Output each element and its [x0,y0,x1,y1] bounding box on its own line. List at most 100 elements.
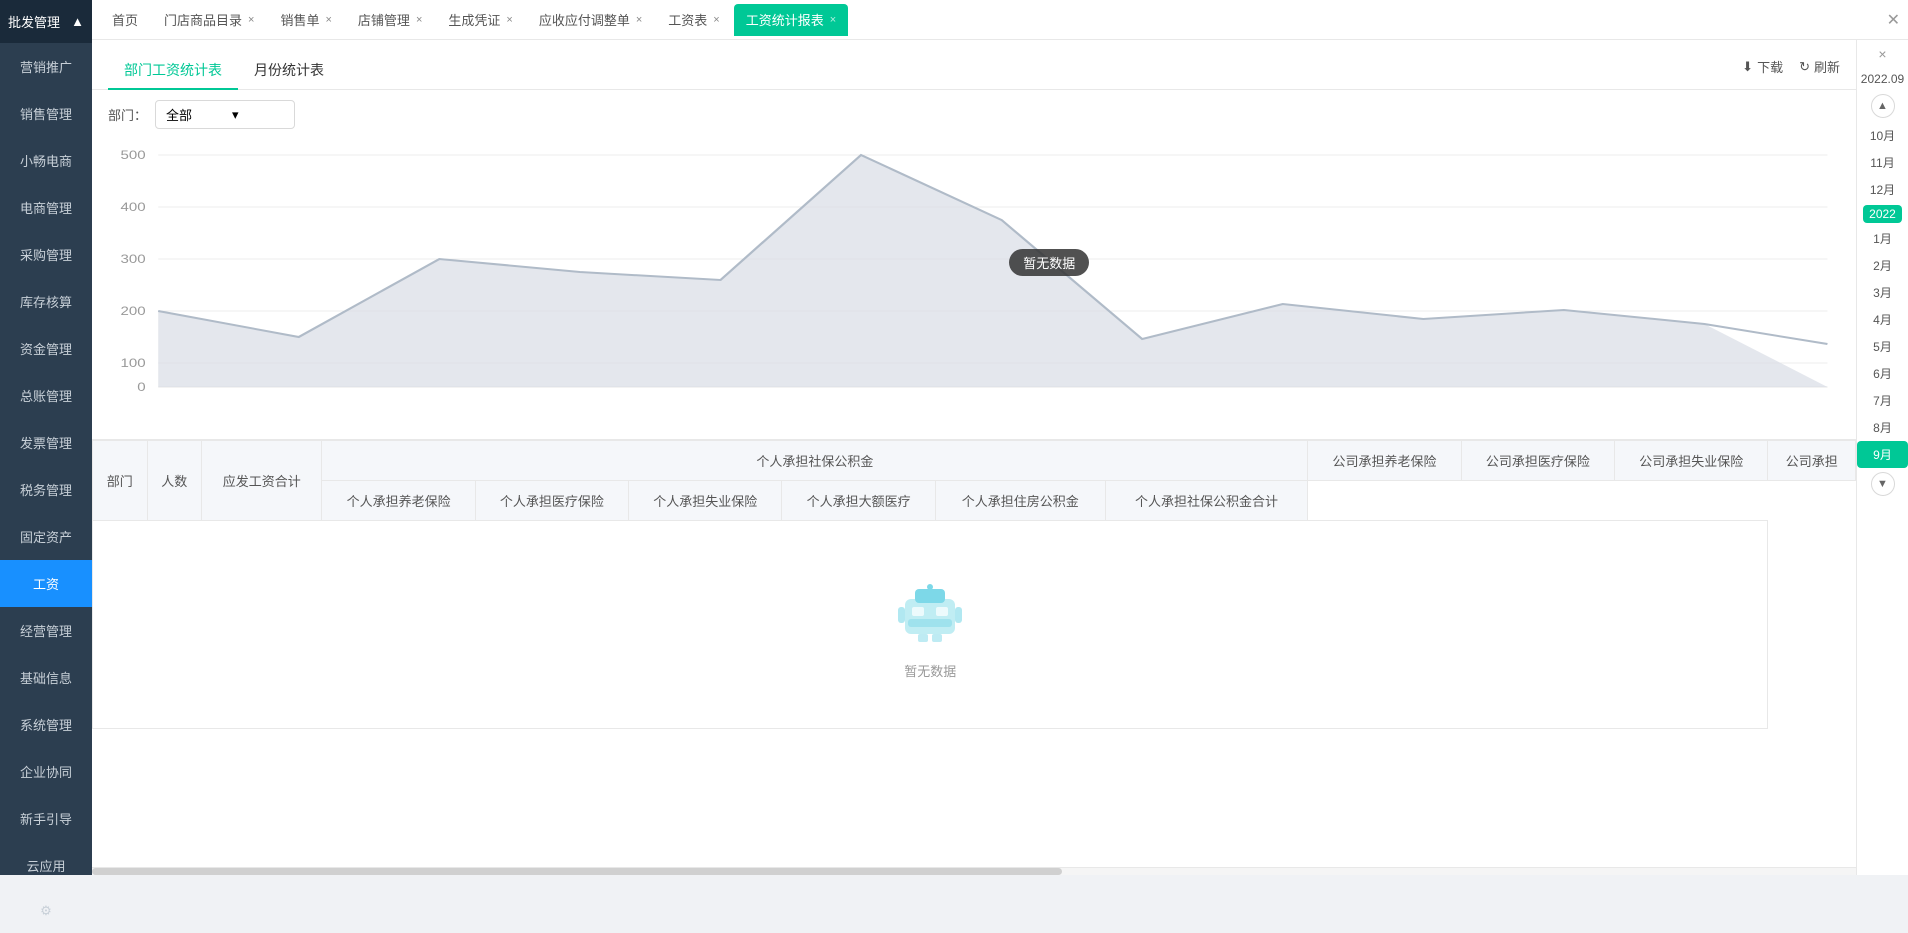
th-personal-old: 个人承担养老保险 [322,481,475,521]
toolbar: 部门： 全部 ▾ [92,90,1856,139]
tab-sales-close[interactable]: × [325,14,331,26]
gear-icon: ⚙ [40,903,52,918]
tab-ar-ap-close[interactable]: × [636,14,642,26]
rs-month-1[interactable]: 1月 [1857,225,1908,252]
th-company-other: 公司承担 [1768,441,1856,481]
download-icon: ⬇ [1742,59,1753,75]
rs-next-year[interactable]: ▼ [1871,472,1895,496]
rs-month-10[interactable]: 10月 [1857,122,1908,149]
sidebar-item-swgl[interactable]: 税务管理 [0,466,92,513]
sidebar-item-xsgl[interactable]: 销售管理 [0,90,92,137]
tab-store-catalog-close[interactable]: × [248,14,254,26]
sidebar-item-kchsj[interactable]: 库存核算 [0,278,92,325]
rs-prev-year[interactable]: ▲ [1871,94,1895,118]
tab-bar-close[interactable]: ✕ [1887,10,1900,30]
tab-ar-ap[interactable]: 应收应付调整单 × [527,4,654,36]
download-button[interactable]: ⬇ 下载 [1742,57,1783,76]
data-table: 部门 人数 应发工资合计 个人承担社保公积金 公司承担养老保险 公司承担医疗保险… [92,440,1856,729]
sidebar-item-zzgl[interactable]: 总账管理 [0,372,92,419]
sidebar-item-cggl[interactable]: 采购管理 [0,231,92,278]
sidebar-item-gdzi[interactable]: 固定资产 [0,513,92,560]
tab-store-catalog[interactable]: 门店商品目录 × [152,4,266,36]
tab-gen-voucher[interactable]: 生成凭证 × [436,4,524,36]
dept-label: 部门： [108,105,147,124]
sub-tab-bar: 部门工资统计表 月份统计表 ⬇ 下载 ↻ 刷新 [92,40,1856,90]
th-personal-big-med: 个人承担大额医疗 [782,481,935,521]
tab-sales[interactable]: 销售单 × [268,4,343,36]
sidebar-item-xtgl[interactable]: 系统管理 [0,701,92,748]
tab-shop-mgmt[interactable]: 店铺管理 × [346,4,434,36]
sidebar-item-jygl[interactable]: 经营管理 [0,607,92,654]
rs-month-4[interactable]: 4月 [1857,306,1908,333]
rs-year-label: 2022.09 [1861,68,1904,90]
table-row-empty: 暂无数据 [93,521,1856,729]
toolbar-left: 部门： 全部 ▾ [108,100,295,129]
bottom-scroll[interactable] [92,867,1856,875]
refresh-button[interactable]: ↻ 刷新 [1799,57,1840,76]
th-personal-unemp: 个人承担失业保险 [629,481,782,521]
rs-month-2[interactable]: 2月 [1857,252,1908,279]
sidebar-item-jcxx[interactable]: 基础信息 [0,654,92,701]
th-personal-med: 个人承担医疗保险 [475,481,628,521]
table-wrapper[interactable]: 部门 人数 应发工资合计 个人承担社保公积金 公司承担养老保险 公司承担医疗保险… [92,439,1856,867]
svg-text:100: 100 [121,356,147,369]
tab-home[interactable]: 首页 [100,4,150,36]
chevron-down-icon: ▾ [232,107,239,123]
content-area: 部门工资统计表 月份统计表 ⬇ 下载 ↻ 刷新 [92,40,1908,875]
sub-tab-dept[interactable]: 部门工资统计表 [108,52,238,90]
rs-month-9[interactable]: 9月 [1857,441,1908,468]
rs-month-7[interactable]: 7月 [1857,387,1908,414]
th-company-med: 公司承担医疗保险 [1461,441,1614,481]
tab-shop-mgmt-close[interactable]: × [416,14,422,26]
svg-text:300: 300 [121,252,147,265]
rs-month-8[interactable]: 8月 [1857,414,1908,441]
sidebar-item-xsyd[interactable]: 新手引导 [0,795,92,842]
svg-text:400: 400 [121,200,147,213]
main-area: 首页 门店商品目录 × 销售单 × 店铺管理 × 生成凭证 × 应收应付调整单 … [92,0,1908,875]
tab-payroll-report-close[interactable]: × [830,14,836,26]
sidebar-item-gz[interactable]: 工资 [0,560,92,607]
svg-text:500: 500 [121,148,147,161]
tab-gen-voucher-close[interactable]: × [506,14,512,26]
rs-month-12[interactable]: 12月 [1857,176,1908,203]
sidebar: 批发管理 ▲ 营销推广 销售管理 小畅电商 电商管理 采购管理 库存核算 资金管… [0,0,92,875]
chart-area: 500 400 300 200 100 0 [92,139,1856,439]
svg-text:200: 200 [121,304,147,317]
th-dept: 部门 [93,441,148,521]
th-company-old: 公司承担养老保险 [1308,441,1461,481]
rs-month-3[interactable]: 3月 [1857,279,1908,306]
sidebar-item-dscgl[interactable]: 电商管理 [0,184,92,231]
bottom-scroll-bar [92,868,1062,875]
empty-icon [890,569,970,649]
sidebar-item-yyyg[interactable]: 云应用 [0,842,92,889]
sidebar-item-yxtg[interactable]: 营销推广 [0,43,92,90]
sidebar-title: 批发管理 [8,12,60,31]
sub-tab-month[interactable]: 月份统计表 [238,52,340,90]
chart-svg: 500 400 300 200 100 0 [108,139,1840,399]
tab-payroll[interactable]: 工资表 × [656,4,731,36]
th-group: 个人承担社保公积金 [322,441,1308,481]
sidebar-item-qytx[interactable]: 企业协同 [0,748,92,795]
sidebar-item-zjgl[interactable]: 资金管理 [0,325,92,372]
tab-payroll-report[interactable]: 工资统计报表 × [734,4,848,36]
sidebar-header[interactable]: 批发管理 ▲ [0,0,92,43]
th-personal-housing: 个人承担住房公积金 [935,481,1105,521]
rs-month-6[interactable]: 6月 [1857,360,1908,387]
empty-text: 暂无数据 [904,661,956,680]
sidebar-item-xcdsc[interactable]: 小畅电商 [0,137,92,184]
svg-text:0: 0 [137,380,146,393]
sidebar-item-fpgl[interactable]: 发票管理 [0,419,92,466]
th-people: 人数 [147,441,202,521]
sidebar-settings[interactable]: ⚙ [0,889,92,933]
rs-month-5[interactable]: 5月 [1857,333,1908,360]
dept-value: 全部 [166,105,192,124]
rs-month-11[interactable]: 11月 [1857,149,1908,176]
refresh-icon: ↻ [1799,59,1810,75]
dept-select[interactable]: 全部 ▾ [155,100,295,129]
tab-payroll-close[interactable]: × [713,14,719,26]
rs-close-button[interactable]: × [1857,40,1908,68]
th-personal-total: 个人承担社保公积金合计 [1105,481,1308,521]
empty-state: 暂无数据 [101,529,1759,720]
th-wages: 应发工资合计 [202,441,322,521]
rs-year-2022[interactable]: 2022 [1863,205,1902,223]
